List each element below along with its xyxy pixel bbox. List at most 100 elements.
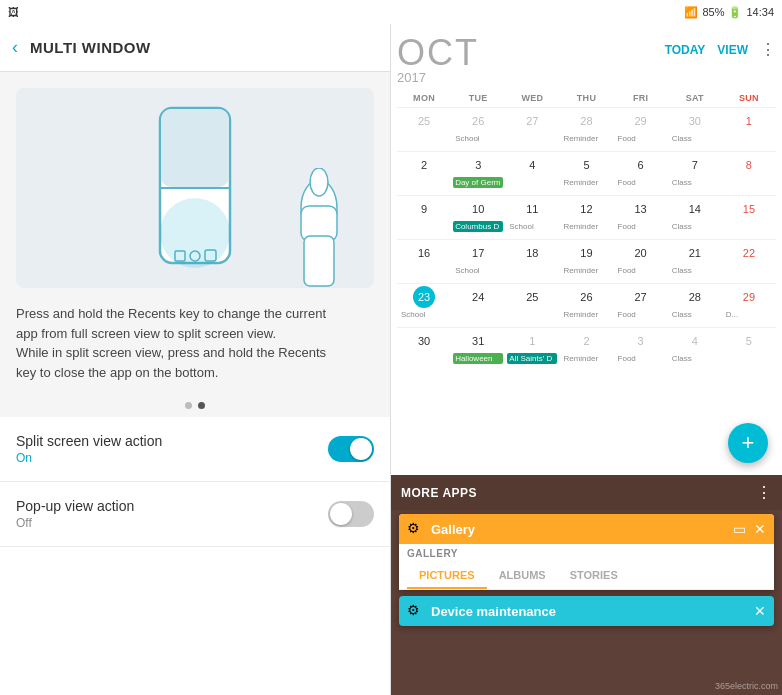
cal-cell[interactable]: 5	[722, 327, 776, 371]
maintenance-close-button[interactable]: ✕	[754, 603, 766, 619]
multiwin-title: MORE APPS	[401, 486, 477, 500]
cal-cell[interactable]: 31Halloween	[451, 327, 505, 371]
circle-highlight	[160, 198, 230, 268]
maintenance-title: Device maintenance	[431, 604, 754, 619]
gallery-tab-stories[interactable]: STORIES	[558, 563, 630, 589]
gallery-tab-albums[interactable]: ALBUMS	[487, 563, 558, 589]
popup-view-knob	[330, 503, 352, 525]
cal-cell[interactable]: 19Reminder	[559, 239, 613, 283]
signal-strength: 85%	[702, 6, 724, 18]
split-screen-status: On	[16, 451, 162, 465]
cal-cell[interactable]: 20Food	[614, 239, 668, 283]
cal-cell[interactable]: 2Reminder	[559, 327, 613, 371]
cal-month-year: OCT 2017	[397, 32, 479, 85]
svg-point-7	[310, 168, 328, 196]
maintenance-card[interactable]: ⚙ Device maintenance ✕	[399, 596, 774, 626]
cal-cell[interactable]: 1	[722, 107, 776, 151]
popup-view-toggle[interactable]	[328, 501, 374, 527]
day-header-mon: MON	[397, 91, 451, 107]
cal-cell[interactable]: 30Class	[668, 107, 722, 151]
cal-cell[interactable]: 21Class	[668, 239, 722, 283]
multiwin-menu-button[interactable]: ⋮	[756, 483, 772, 502]
dot-2	[198, 402, 205, 409]
cal-cell[interactable]: 29Food	[614, 107, 668, 151]
cal-cell[interactable]: 24	[451, 283, 505, 327]
today-button[interactable]: TODAY	[665, 43, 706, 57]
cal-cell[interactable]: 28Reminder	[559, 107, 613, 151]
day-header-sun: SUN	[722, 91, 776, 107]
clock: 14:34	[746, 6, 774, 18]
gallery-icon: ⚙	[407, 520, 425, 538]
status-bar: 🖼 📶 85% 🔋 14:34	[0, 0, 782, 24]
cal-cell[interactable]: 11School	[505, 195, 559, 239]
cal-cell[interactable]: 5Reminder	[559, 151, 613, 195]
cal-cell[interactable]: 4Class	[668, 327, 722, 371]
cal-month: OCT	[397, 32, 479, 74]
cal-cell[interactable]: 29D...	[722, 283, 776, 327]
cal-cell[interactable]: 26School	[451, 107, 505, 151]
cal-cell[interactable]: 3Day of Germ	[451, 151, 505, 195]
day-header-wed: WED	[505, 91, 559, 107]
gallery-tabs: PICTURES ALBUMS STORIES	[399, 563, 774, 590]
wifi-icon: 📶	[684, 6, 698, 19]
left-header: ‹ MULTI WINDOW	[0, 24, 390, 72]
cal-cell[interactable]: 22	[722, 239, 776, 283]
gallery-minimize-button[interactable]: ▭	[733, 521, 746, 537]
cal-cell[interactable]: 18	[505, 239, 559, 283]
cal-cell[interactable]: 25	[397, 107, 451, 151]
cal-grid: MON TUE WED THU FRI SAT SUN 25 26School …	[397, 91, 776, 371]
split-screen-setting[interactable]: Split screen view action On	[0, 417, 390, 482]
svg-rect-9	[304, 236, 334, 286]
multiwin-section: MORE APPS ⋮ ⚙ Gallery ▭ ✕ GALLERY PICTUR…	[391, 475, 782, 695]
gallery-tab-pictures[interactable]: PICTURES	[407, 563, 487, 589]
right-panel: OCT 2017 TODAY VIEW ⋮ MON TUE WED THU FR…	[391, 24, 782, 695]
cal-cell[interactable]: 15	[722, 195, 776, 239]
cal-cell[interactable]: 12Reminder	[559, 195, 613, 239]
gallery-subheader: GALLERY	[399, 544, 774, 563]
cal-actions: TODAY VIEW ⋮	[665, 32, 776, 59]
status-left: 🖼	[8, 6, 19, 18]
cal-header: OCT 2017 TODAY VIEW ⋮	[397, 32, 776, 85]
cal-cell[interactable]: 28Class	[668, 283, 722, 327]
svg-rect-2	[161, 109, 229, 187]
gallery-card-actions: ▭ ✕	[733, 521, 766, 537]
cal-cell[interactable]: 13Food	[614, 195, 668, 239]
cal-cell[interactable]: 16	[397, 239, 451, 283]
add-event-fab[interactable]: +	[728, 423, 768, 463]
cal-cell-today[interactable]: 23School	[397, 283, 451, 327]
popup-view-setting[interactable]: Pop-up view action Off	[0, 482, 390, 547]
cal-cell[interactable]: 17School	[451, 239, 505, 283]
cal-cell[interactable]: 10Columbus D	[451, 195, 505, 239]
cal-cell[interactable]: 27Food	[614, 283, 668, 327]
view-button[interactable]: VIEW	[717, 43, 748, 57]
cal-cell[interactable]: 2	[397, 151, 451, 195]
back-button[interactable]: ‹	[12, 37, 18, 58]
gallery-card[interactable]: ⚙ Gallery ▭ ✕ GALLERY PICTURES ALBUMS ST…	[399, 514, 774, 590]
settings-section: Split screen view action On Pop-up view …	[0, 417, 390, 695]
maintenance-card-header: ⚙ Device maintenance ✕	[399, 596, 774, 626]
cal-cell[interactable]: 7Class	[668, 151, 722, 195]
cal-cell[interactable]: 27	[505, 107, 559, 151]
cal-cell[interactable]: 4	[505, 151, 559, 195]
cal-menu-button[interactable]: ⋮	[760, 40, 776, 59]
split-screen-toggle[interactable]	[328, 436, 374, 462]
notification-icon: 🖼	[8, 6, 19, 18]
main-area: ‹ MULTI WINDOW	[0, 24, 782, 695]
cal-cell[interactable]: 26Reminder	[559, 283, 613, 327]
cal-cell[interactable]: 25	[505, 283, 559, 327]
description-text: Press and hold the Recents key to change…	[0, 304, 390, 394]
cal-cell[interactable]: 9	[397, 195, 451, 239]
cal-cell[interactable]: 14Class	[668, 195, 722, 239]
cal-cell[interactable]: 6Food	[614, 151, 668, 195]
cal-cell[interactable]: 8	[722, 151, 776, 195]
cal-cell[interactable]: 3Food	[614, 327, 668, 371]
popup-view-label-group: Pop-up view action Off	[16, 498, 134, 530]
day-header-thu: THU	[559, 91, 613, 107]
split-screen-label-group: Split screen view action On	[16, 433, 162, 465]
split-screen-label: Split screen view action	[16, 433, 162, 449]
gallery-close-button[interactable]: ✕	[754, 521, 766, 537]
cal-cell[interactable]: 1All Saints' D	[505, 327, 559, 371]
cal-cell[interactable]: 30	[397, 327, 451, 371]
day-header-tue: TUE	[451, 91, 505, 107]
page-title: MULTI WINDOW	[30, 39, 151, 56]
